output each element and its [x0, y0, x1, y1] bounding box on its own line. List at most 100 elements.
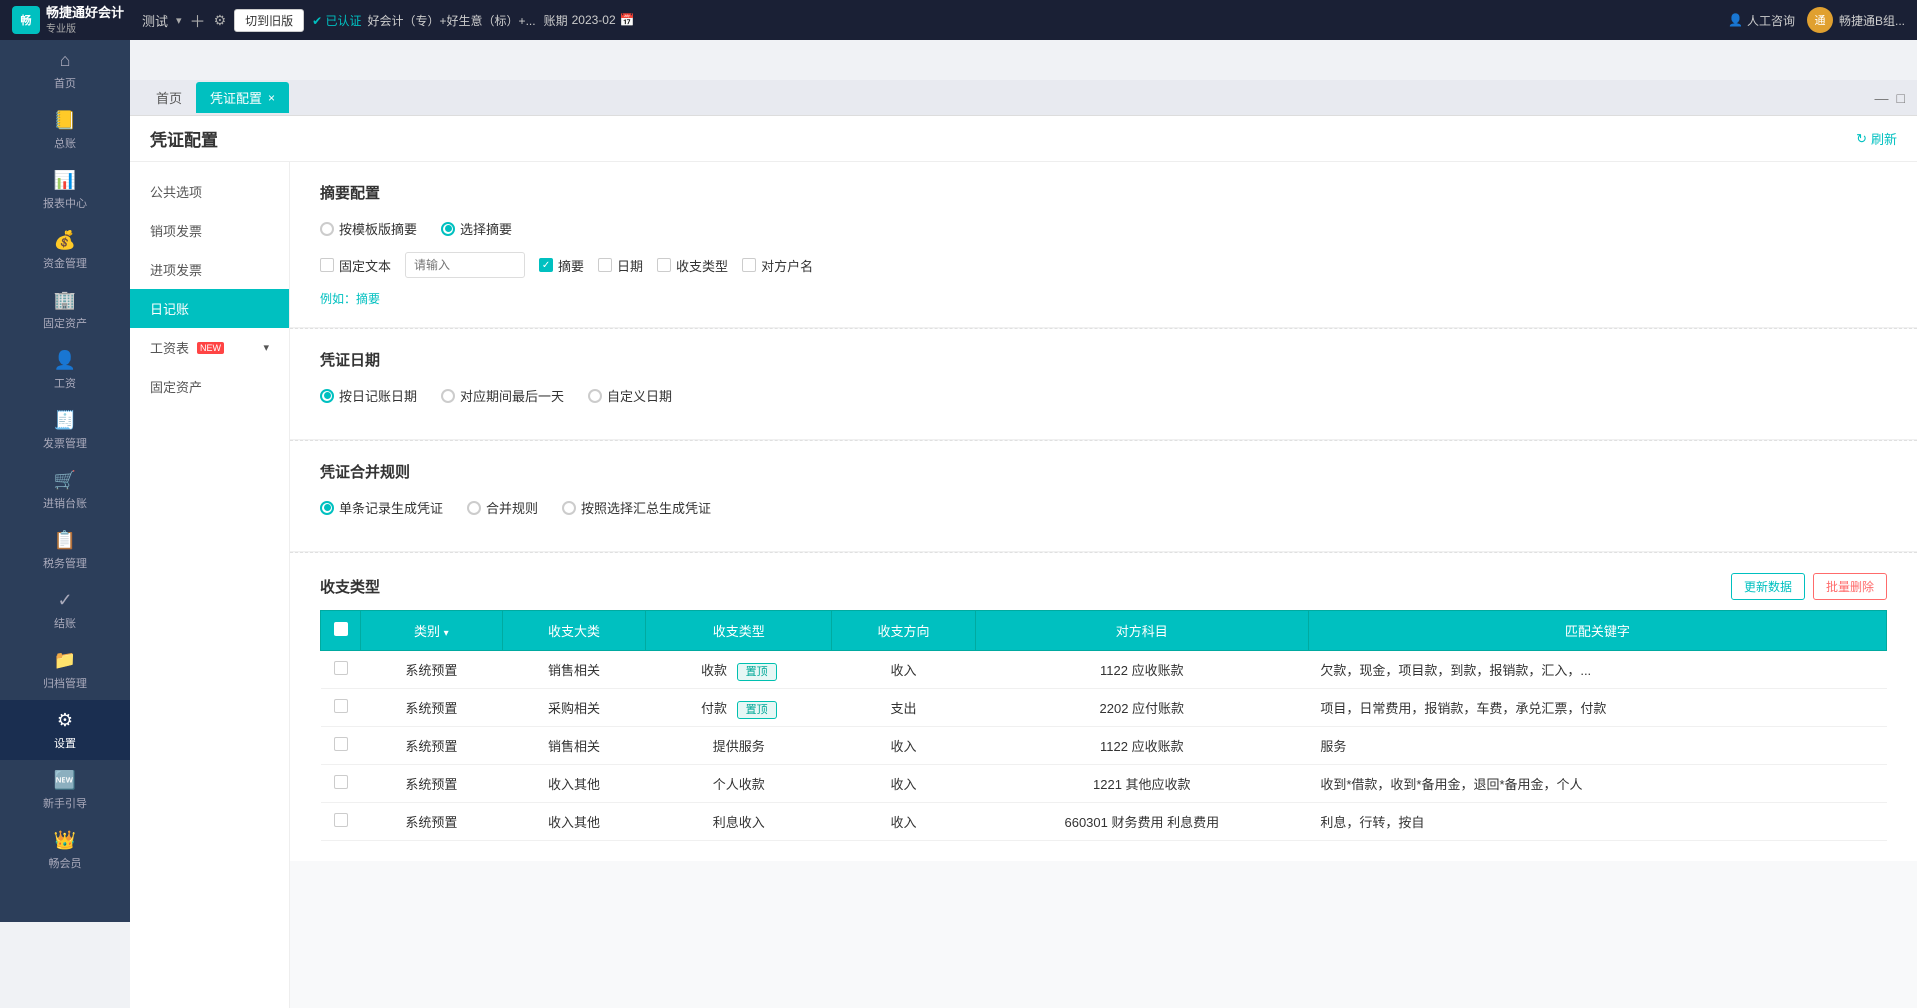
select-all-checkbox[interactable] [334, 622, 348, 636]
tab-home[interactable]: 首页 [142, 82, 196, 113]
sidebar-item-home[interactable]: ⌂ 首页 [0, 40, 130, 100]
merge-option-summary[interactable]: 按照选择汇总生成凭证 [562, 498, 711, 517]
table-header-row: 收支类型 更新数据 批量删除 [320, 573, 1887, 600]
row2-main-type: 采购相关 [502, 689, 646, 727]
counterparty-checkbox[interactable]: 对方户名 [742, 256, 813, 275]
update-data-button[interactable]: 更新数据 [1731, 573, 1805, 600]
row3-direction: 收入 [832, 727, 976, 765]
table-row: 系统预置 收入其他 个人收款 收入 1221 其他应收款 收到*借款，收到*备用… [321, 765, 1887, 803]
row3-sub-type: 提供服务 [646, 727, 832, 765]
topbar-add-icon[interactable]: ＋ [190, 8, 206, 32]
payment-type-checkbox[interactable]: 收支类型 [657, 256, 728, 275]
fixed-text-input[interactable] [405, 252, 525, 278]
sub-nav-purchase-inv[interactable]: 进项发票 [130, 250, 289, 289]
batch-delete-button[interactable]: 批量删除 [1813, 573, 1887, 600]
date-option-journal[interactable]: 按日记账日期 [320, 386, 417, 405]
row5-main-type: 收入其他 [502, 803, 646, 841]
row2-checkbox[interactable] [321, 689, 361, 727]
sub-nav: 公共选项 销项发票 进项发票 日记账 工资表 NEW ▾ 固定资产 [130, 162, 290, 1008]
settings-icon: ⚙ [57, 710, 73, 731]
row2-tag: 置顶 [737, 701, 777, 719]
merge-option-rules[interactable]: 合并规则 [467, 498, 538, 517]
switch-version-button[interactable]: 切到旧版 [234, 9, 304, 32]
table-row: 系统预置 销售相关 提供服务 收入 1122 应收账款 服务 [321, 727, 1887, 765]
home-icon: ⌂ [60, 50, 71, 71]
row3-account: 1122 应收账款 [975, 727, 1308, 765]
col-main-type: 收支大类 [502, 611, 646, 651]
logo-text: 畅捷通好会计 [46, 5, 124, 21]
calendar-icon[interactable]: 📅 [620, 13, 635, 27]
row2-category: 系统预置 [361, 689, 503, 727]
summary-checkbox[interactable]: ✓ 摘要 [539, 256, 584, 275]
sidebar-item-archive[interactable]: 📁 归档管理 [0, 640, 130, 700]
topbar-gear-icon[interactable]: ⚙ [214, 12, 227, 29]
row1-account: 1122 应收账款 [975, 651, 1308, 689]
example-text: 例如：摘要 [320, 290, 1887, 307]
col-checkbox [321, 611, 361, 651]
tab-close-icon[interactable]: × [268, 91, 275, 105]
row2-sub-type: 付款 置顶 [646, 689, 832, 727]
sidebar-item-assets[interactable]: 🏢 固定资产 [0, 280, 130, 340]
sub-nav-journal[interactable]: 日记账 [130, 289, 289, 328]
row5-checkbox[interactable] [321, 803, 361, 841]
sub-nav-public[interactable]: 公共选项 [130, 172, 289, 211]
tax-icon: 📋 [54, 530, 76, 551]
table-row: 系统预置 采购相关 付款 置顶 支出 2202 应付账款 项目，日常费用，报销款… [321, 689, 1887, 727]
fixed-text-checkbox[interactable]: 固定文本 [320, 256, 391, 275]
date-checkbox[interactable]: 日期 [598, 256, 643, 275]
summary-option-template[interactable]: 按模板版摘要 [320, 219, 417, 238]
tab-voucher-config[interactable]: 凭证配置 × [196, 82, 289, 113]
checkbox-counterparty [742, 258, 756, 272]
sidebar-item-tax[interactable]: 📋 税务管理 [0, 520, 130, 580]
main-content: 摘要配置 按模板版摘要 选择摘要 固定文本 [290, 162, 1917, 1008]
row4-checkbox[interactable] [321, 765, 361, 803]
close-period-icon: ✓ [57, 590, 72, 611]
row2-keywords: 项目，日常费用，报销款，车费，承兑汇票，付款 [1308, 689, 1886, 727]
customer-service-button[interactable]: 👤 人工咨询 [1728, 12, 1795, 29]
sidebar-item-settings[interactable]: ⚙ 设置 [0, 700, 130, 760]
refresh-button[interactable]: ↻ 刷新 [1856, 129, 1897, 148]
row1-category: 系统预置 [361, 651, 503, 689]
sub-nav-sales[interactable]: 销项发票 [130, 211, 289, 250]
row4-keywords: 收到*借款，收到*备用金，退回*备用金，个人 [1308, 765, 1886, 803]
sidebar-item-payroll[interactable]: 👤 工资 [0, 340, 130, 400]
sidebar-item-funds[interactable]: 💰 资金管理 [0, 220, 130, 280]
sub-nav-payroll-table[interactable]: 工资表 NEW ▾ [130, 328, 289, 367]
radio-period-last [441, 389, 455, 403]
row1-checkbox[interactable] [321, 651, 361, 689]
sidebar-item-guide[interactable]: 🆕 新手引导 [0, 760, 130, 820]
row5-keywords: 利息，行转，按自 [1308, 803, 1886, 841]
sidebar-item-reports[interactable]: 📊 报表中心 [0, 160, 130, 220]
voucher-date-section: 凭证日期 按日记账日期 对应期间最后一天 自定义日期 [290, 329, 1917, 440]
invoices-icon: 🧾 [54, 410, 76, 431]
payment-types-title: 收支类型 [320, 576, 380, 597]
minimize-button[interactable]: — [1875, 90, 1889, 106]
sidebar-item-member[interactable]: 👑 畅会员 [0, 820, 130, 880]
row1-direction: 收入 [832, 651, 976, 689]
ledger-icon: 📒 [54, 110, 76, 131]
col-sub-type: 收支类型 [646, 611, 832, 651]
summary-checkbox-row: 固定文本 ✓ 摘要 日期 收支类型 [320, 252, 1887, 278]
sidebar-item-invoices[interactable]: 🧾 发票管理 [0, 400, 130, 460]
maximize-button[interactable]: □ [1897, 90, 1905, 106]
row3-main-type: 销售相关 [502, 727, 646, 765]
sub-nav-fixed-assets[interactable]: 固定资产 [130, 367, 289, 406]
tabs-right-controls: — □ [1875, 90, 1905, 106]
checkbox-payment-type [657, 258, 671, 272]
table-row: 系统预置 收入其他 利息收入 收入 660301 财务费用 利息费用 利息，行转… [321, 803, 1887, 841]
new-badge: NEW [197, 342, 224, 354]
purchase-icon: 🛒 [54, 470, 76, 491]
sidebar-item-ledger[interactable]: 📒 总账 [0, 100, 130, 160]
date-option-period-last[interactable]: 对应期间最后一天 [441, 386, 564, 405]
sidebar-item-purchase[interactable]: 🛒 进销台账 [0, 460, 130, 520]
chevron-down-icon[interactable]: ▾ [176, 14, 182, 27]
summary-option-select[interactable]: 选择摘要 [441, 219, 512, 238]
date-option-custom[interactable]: 自定义日期 [588, 386, 672, 405]
archive-icon: 📁 [54, 650, 76, 671]
merge-option-single[interactable]: 单条记录生成凭证 [320, 498, 443, 517]
row3-checkbox[interactable] [321, 727, 361, 765]
row2-account: 2202 应付账款 [975, 689, 1308, 727]
payment-types-section: 收支类型 更新数据 批量删除 类别 ▾ 收支大类 [290, 553, 1917, 861]
content-wrapper: 公共选项 销项发票 进项发票 日记账 工资表 NEW ▾ 固定资产 [130, 162, 1917, 1008]
sidebar-item-close[interactable]: ✓ 结账 [0, 580, 130, 640]
